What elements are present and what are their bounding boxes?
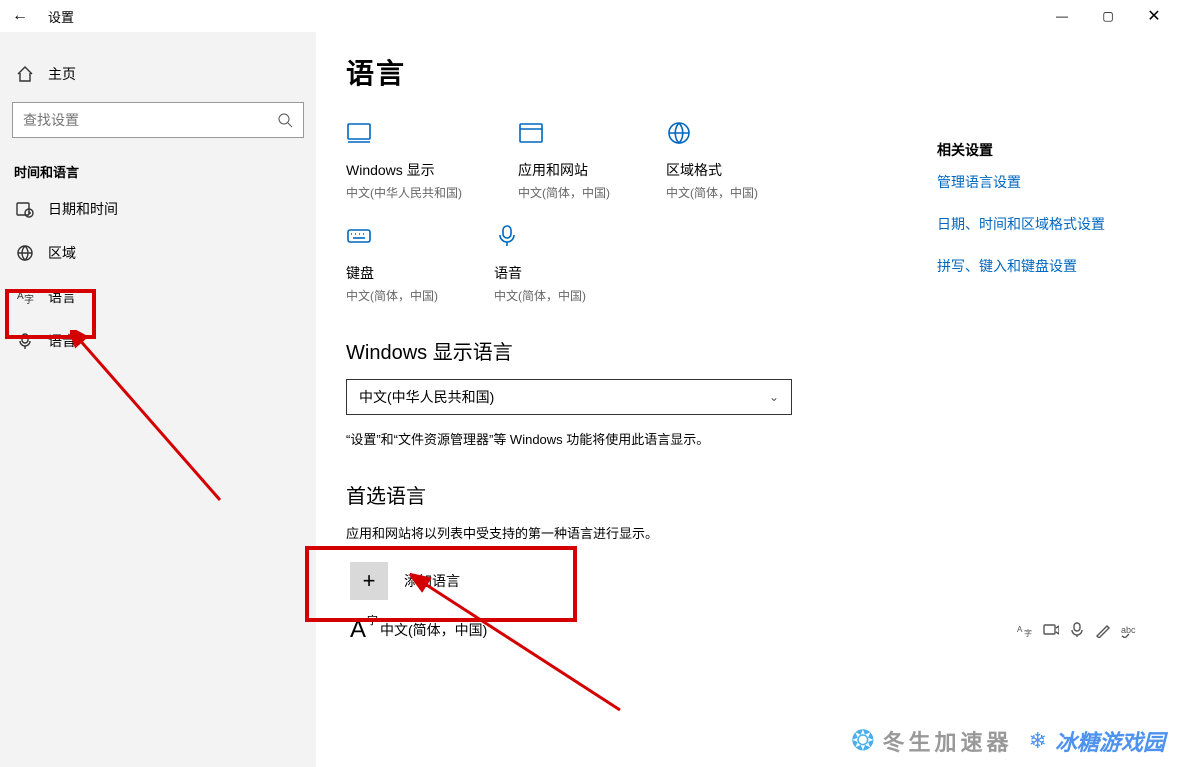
sidebar-item-region[interactable]: 区域 <box>0 231 316 275</box>
globe-icon <box>16 244 34 262</box>
sidebar-item-label: 语音 <box>48 331 76 351</box>
tile-windows-display[interactable]: Windows 显示 中文(中华人民共和国) <box>346 120 462 201</box>
search-input-wrap[interactable] <box>12 102 304 138</box>
dropdown-value: 中文(中华人民共和国) <box>359 387 494 407</box>
sidebar-item-label: 日期和时间 <box>48 199 118 219</box>
tile-sub: 中文(中华人民共和国) <box>346 184 462 201</box>
tile-sub: 中文(简体，中国) <box>494 287 586 304</box>
sidebar-item-label: 语言 <box>48 287 76 307</box>
language-letter-icon: A字 <box>350 616 366 644</box>
tts-icon <box>1043 622 1059 638</box>
tile-label: 键盘 <box>346 263 438 283</box>
sidebar-item-language[interactable]: A字 语言 <box>0 275 316 319</box>
handwriting-icon <box>1095 622 1111 638</box>
language-feature-badges: A字 abc <box>1017 622 1137 638</box>
link-manage-language[interactable]: 管理语言设置 <box>937 172 1137 192</box>
home-icon <box>16 65 34 83</box>
search-input[interactable] <box>23 112 277 128</box>
sidebar-home-label: 主页 <box>48 64 76 84</box>
chevron-down-icon: ⌄ <box>769 390 779 404</box>
section-preferred-languages: 首选语言 <box>346 480 1137 509</box>
svg-text:字: 字 <box>1024 628 1032 638</box>
keyboard-icon <box>346 223 372 249</box>
sidebar: 主页 时间和语言 日期和时间 区域 A字 语言 语音 <box>0 32 316 767</box>
maximize-button[interactable]: ▢ <box>1085 0 1131 32</box>
window-icon <box>518 120 544 146</box>
search-icon <box>277 112 293 128</box>
language-item[interactable]: A字 中文(简体，中国) A字 abc <box>346 616 1137 644</box>
language-name: 中文(简体，中国) <box>380 620 1017 640</box>
tile-label: 应用和网站 <box>518 160 610 180</box>
section-display-language: Windows 显示语言 <box>346 336 1137 365</box>
microphone-icon <box>494 223 520 249</box>
page-title: 语言 <box>346 52 1137 92</box>
svg-text:A: A <box>1017 625 1023 634</box>
sidebar-item-label: 区域 <box>48 243 76 263</box>
globe-icon <box>666 120 692 146</box>
tile-sub: 中文(简体，中国) <box>518 184 610 201</box>
translate-icon: A字 <box>1017 622 1033 638</box>
tile-speech[interactable]: 语音 中文(简体，中国) <box>494 223 586 304</box>
microphone-icon <box>16 332 34 350</box>
main-content: 语言 Windows 显示 中文(中华人民共和国) 应用和网站 中文(简体，中国… <box>316 32 1177 767</box>
language-icon: A字 <box>16 288 34 306</box>
link-datetime-region-format[interactable]: 日期、时间和区域格式设置 <box>937 214 1137 234</box>
watermark-logo-2: ❄ <box>1029 728 1047 754</box>
related-settings-title: 相关设置 <box>937 140 1137 160</box>
watermark-text-2: 冰糖游戏园 <box>1055 725 1165 757</box>
sidebar-home[interactable]: 主页 <box>0 52 316 96</box>
sidebar-item-datetime[interactable]: 日期和时间 <box>0 187 316 231</box>
link-spelling-typing-keyboard[interactable]: 拼写、键入和键盘设置 <box>937 256 1137 276</box>
sidebar-section-title: 时间和语言 <box>0 138 316 187</box>
svg-text:abc: abc <box>1121 625 1136 635</box>
sidebar-item-speech[interactable]: 语音 <box>0 319 316 363</box>
display-language-dropdown[interactable]: 中文(中华人民共和国) ⌄ <box>346 379 792 415</box>
tile-sub: 中文(简体，中国) <box>346 287 438 304</box>
watermark: ❂ 冬生加速器 ❄ 冰糖游戏园 <box>851 724 1165 757</box>
microphone-icon <box>1069 622 1085 638</box>
monitor-icon <box>346 120 372 146</box>
watermark-logo-1: ❂ <box>851 724 874 757</box>
svg-text:字: 字 <box>24 293 34 306</box>
preferred-languages-hint: 应用和网站将以列表中受支持的第一种语言进行显示。 <box>346 523 826 542</box>
tile-apps-websites[interactable]: 应用和网站 中文(简体，中国) <box>518 120 610 201</box>
add-language-label: 添加语言 <box>404 571 460 591</box>
tile-label: 区域格式 <box>666 160 758 180</box>
tile-label: Windows 显示 <box>346 160 462 180</box>
related-settings: 相关设置 管理语言设置 日期、时间和区域格式设置 拼写、键入和键盘设置 <box>937 140 1137 298</box>
tile-label: 语音 <box>494 263 586 283</box>
display-language-hint: “设置”和“文件资源管理器”等 Windows 功能将使用此语言显示。 <box>346 429 826 448</box>
plus-icon: + <box>350 562 388 600</box>
back-button[interactable]: ← <box>0 7 40 25</box>
watermark-text-1: 冬生加速器 <box>883 725 1013 757</box>
calendar-clock-icon <box>16 200 34 218</box>
svg-text:A: A <box>17 291 24 302</box>
close-button[interactable]: ✕ <box>1131 0 1177 32</box>
spellcheck-icon: abc <box>1121 622 1137 638</box>
tile-keyboard[interactable]: 键盘 中文(简体，中国) <box>346 223 438 304</box>
tile-sub: 中文(简体，中国) <box>666 184 758 201</box>
add-language-button[interactable]: + 添加语言 <box>346 558 1137 604</box>
window-title: 设置 <box>48 7 74 26</box>
minimize-button[interactable]: — <box>1039 0 1085 32</box>
tile-regional-format[interactable]: 区域格式 中文(简体，中国) <box>666 120 758 201</box>
